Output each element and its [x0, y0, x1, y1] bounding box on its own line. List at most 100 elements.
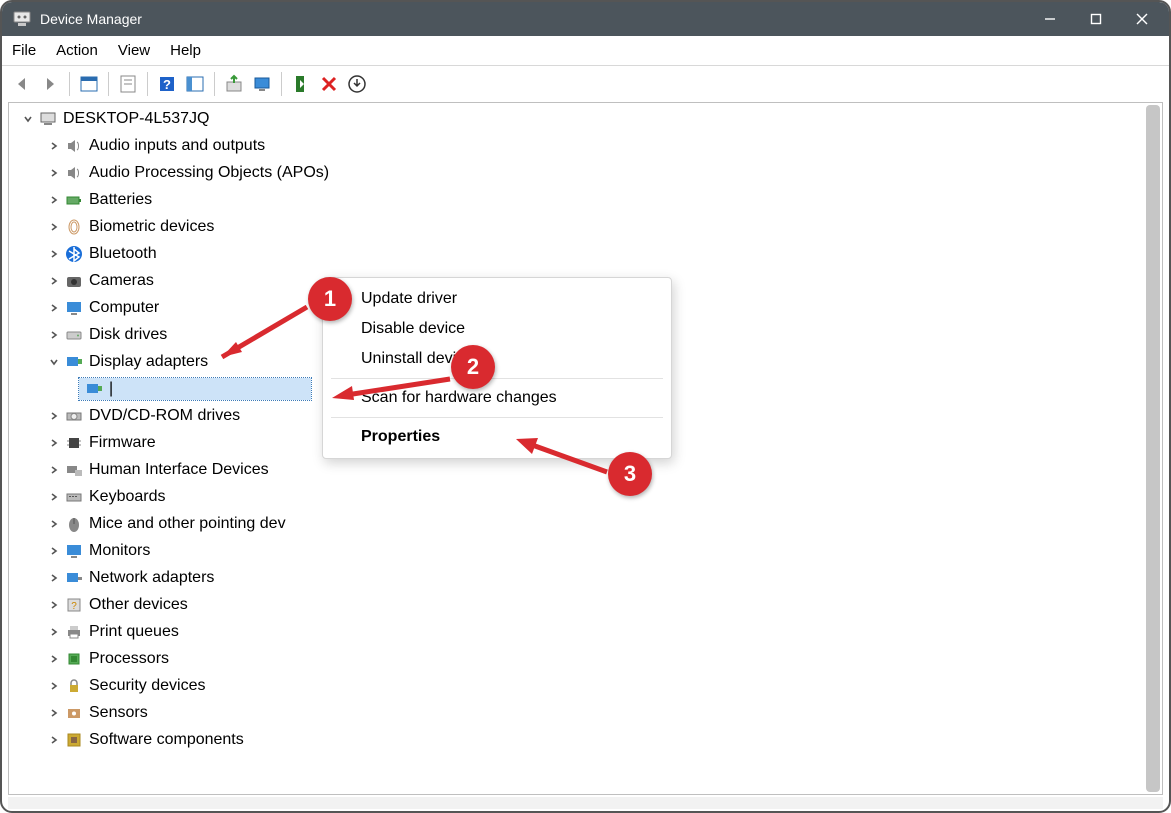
chevron-right-icon[interactable]	[45, 438, 63, 448]
mouse-icon	[63, 514, 85, 534]
update-driver-button[interactable]	[220, 70, 248, 98]
keyboard-icon	[63, 487, 85, 507]
tree-item-hid[interactable]: Human Interface Devices	[11, 456, 1144, 483]
enable-device-button[interactable]	[287, 70, 315, 98]
view-details-button[interactable]	[181, 70, 209, 98]
close-button[interactable]	[1119, 2, 1165, 36]
chevron-right-icon[interactable]	[45, 600, 63, 610]
menu-action[interactable]: Action	[56, 42, 98, 59]
tree-label: Disk drives	[89, 326, 167, 344]
camera-icon	[63, 271, 85, 291]
tree-label: Sensors	[89, 704, 148, 722]
display-adapter-icon	[63, 352, 85, 372]
chevron-right-icon[interactable]	[45, 222, 63, 232]
chevron-right-icon[interactable]	[45, 330, 63, 340]
menu-file[interactable]: File	[12, 42, 36, 59]
tree-item-biometric[interactable]: Biometric devices	[11, 213, 1144, 240]
chevron-right-icon[interactable]	[45, 411, 63, 421]
statusbar	[8, 797, 1163, 809]
tree-item-mice[interactable]: Mice and other pointing dev	[11, 510, 1144, 537]
forward-button[interactable]	[36, 70, 64, 98]
scrollbar[interactable]	[1146, 105, 1160, 792]
disable-device-button[interactable]	[315, 70, 343, 98]
ctx-separator	[331, 417, 663, 418]
tree-label: Network adapters	[89, 569, 214, 587]
svg-text:?: ?	[71, 601, 77, 612]
tree-item-monitors[interactable]: Monitors	[11, 537, 1144, 564]
ctx-disable-device[interactable]: Disable device	[323, 314, 671, 344]
ctx-separator	[331, 378, 663, 379]
uninstall-device-button[interactable]	[343, 70, 371, 98]
tree-label: Cameras	[89, 272, 154, 290]
hid-icon	[63, 460, 85, 480]
ctx-scan-hardware[interactable]: Scan for hardware changes	[323, 383, 671, 413]
menubar: File Action View Help	[2, 36, 1169, 66]
menu-view[interactable]: View	[118, 42, 150, 59]
chevron-right-icon[interactable]	[45, 303, 63, 313]
context-menu: Update driver Disable device Uninstall d…	[322, 277, 672, 459]
lock-icon	[63, 676, 85, 696]
scan-hardware-button[interactable]	[248, 70, 276, 98]
tree-item-sensors[interactable]: Sensors	[11, 699, 1144, 726]
monitor-icon	[63, 298, 85, 318]
tree-item-network[interactable]: Network adapters	[11, 564, 1144, 591]
chevron-right-icon[interactable]	[45, 654, 63, 664]
chevron-right-icon[interactable]	[45, 681, 63, 691]
tree-item-software[interactable]: Software components	[11, 726, 1144, 753]
tree-item-other[interactable]: ? Other devices	[11, 591, 1144, 618]
chevron-right-icon[interactable]	[45, 195, 63, 205]
tree-item-keyboards[interactable]: Keyboards	[11, 483, 1144, 510]
tree-label: Processors	[89, 650, 169, 668]
chevron-right-icon[interactable]	[45, 276, 63, 286]
tree-label: Audio inputs and outputs	[89, 137, 265, 155]
tree-item-audio-io[interactable]: Audio inputs and outputs	[11, 132, 1144, 159]
menu-help[interactable]: Help	[170, 42, 201, 59]
chevron-right-icon[interactable]	[45, 573, 63, 583]
computer-icon	[37, 109, 59, 129]
show-hide-tree-button[interactable]	[75, 70, 103, 98]
tree-label: Bluetooth	[89, 245, 157, 263]
display-adapter-icon	[83, 379, 105, 399]
chevron-down-icon[interactable]	[19, 114, 37, 124]
tree-label: Keyboards	[89, 488, 166, 506]
chevron-right-icon[interactable]	[45, 141, 63, 151]
chevron-right-icon[interactable]	[45, 519, 63, 529]
properties-button[interactable]	[114, 70, 142, 98]
minimize-button[interactable]	[1027, 2, 1073, 36]
tree-item-apo[interactable]: Audio Processing Objects (APOs)	[11, 159, 1144, 186]
help-button[interactable]: ?	[153, 70, 181, 98]
chevron-right-icon[interactable]	[45, 465, 63, 475]
tree-item-bluetooth[interactable]: Bluetooth	[11, 240, 1144, 267]
chevron-right-icon[interactable]	[45, 546, 63, 556]
chevron-right-icon[interactable]	[45, 492, 63, 502]
ctx-properties[interactable]: Properties	[323, 422, 671, 452]
back-button[interactable]	[8, 70, 36, 98]
tree-root[interactable]: DESKTOP-4L537JQ	[11, 105, 1144, 132]
tree-item-security[interactable]: Security devices	[11, 672, 1144, 699]
tree-label: |	[109, 380, 110, 398]
tree-label: Biometric devices	[89, 218, 214, 236]
chevron-right-icon[interactable]	[45, 708, 63, 718]
maximize-button[interactable]	[1073, 2, 1119, 36]
chevron-right-icon[interactable]	[45, 168, 63, 178]
chevron-down-icon[interactable]	[45, 357, 63, 367]
tree-label: Audio Processing Objects (APOs)	[89, 164, 329, 182]
tree-label: Batteries	[89, 191, 152, 209]
cpu-icon	[63, 649, 85, 669]
tree-item-processors[interactable]: Processors	[11, 645, 1144, 672]
annotation-circle-2: 2	[451, 345, 495, 389]
tree-item-batteries[interactable]: Batteries	[11, 186, 1144, 213]
scrollbar-thumb[interactable]	[1146, 105, 1160, 792]
printer-icon	[63, 622, 85, 642]
ctx-uninstall-device[interactable]: Uninstall device	[323, 344, 671, 374]
ctx-update-driver[interactable]: Update driver	[323, 284, 671, 314]
chevron-right-icon[interactable]	[45, 249, 63, 259]
tree-label: Monitors	[89, 542, 150, 560]
chevron-right-icon[interactable]	[45, 735, 63, 745]
tree-item-print[interactable]: Print queues	[11, 618, 1144, 645]
chevron-right-icon[interactable]	[45, 627, 63, 637]
sensor-icon	[63, 703, 85, 723]
tree-label: Display adapters	[89, 353, 208, 371]
tree-label: Print queues	[89, 623, 179, 641]
toolbar: ?	[2, 66, 1169, 102]
